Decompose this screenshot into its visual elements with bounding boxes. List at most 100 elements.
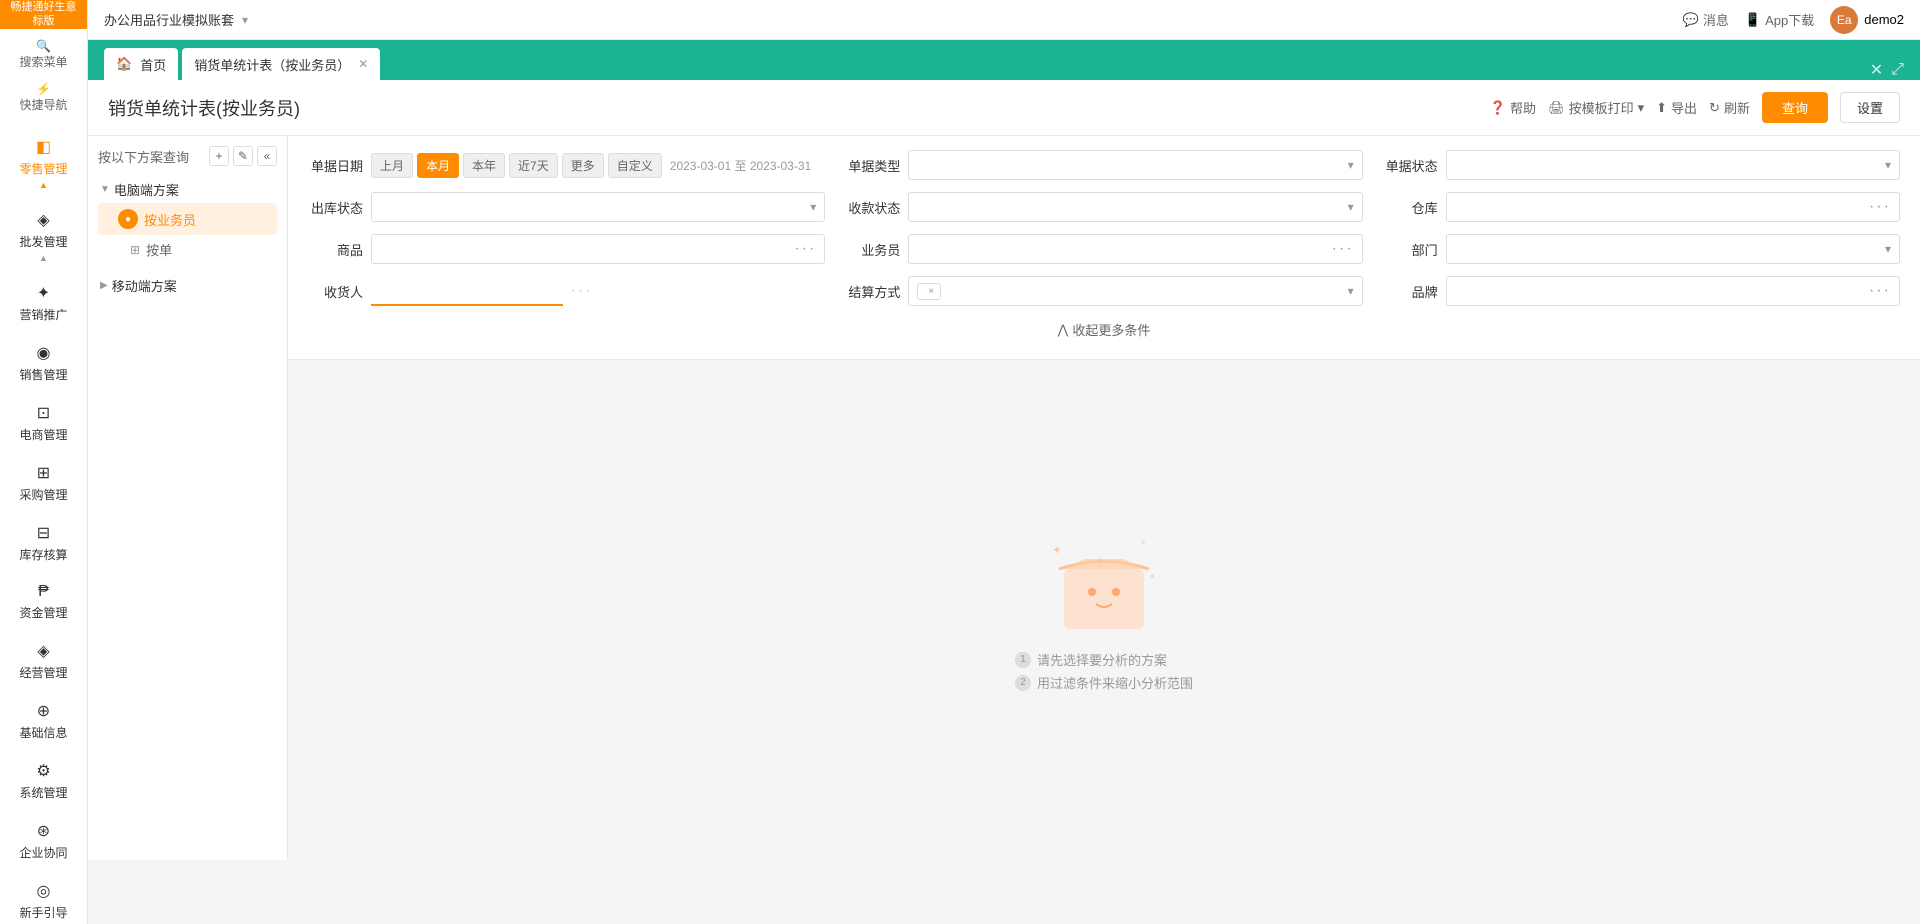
receiver-input[interactable]	[371, 276, 563, 306]
receiver-label: 收货人	[308, 282, 363, 301]
right-panel: 单据日期 上月 本月 本年 近7天 更多 自定义 2023-03-01 至 20…	[288, 136, 1920, 860]
message-btn[interactable]: 💬 消息	[1683, 10, 1729, 29]
sidebar-item-basic[interactable]: ⊕ 基础信息	[0, 691, 87, 751]
ecommerce-icon: ⊡	[37, 403, 50, 423]
payment-status-arrow-icon: ▾	[1348, 200, 1354, 214]
collapse-row: ⋀ 收起更多条件	[308, 314, 1900, 345]
sales-icon: ◉	[37, 343, 51, 363]
brand-label: 品牌	[1383, 282, 1438, 301]
doc-status-select[interactable]: ▾	[1446, 150, 1900, 180]
print-icon: 🖨	[1548, 100, 1565, 116]
collapse-conditions-btn[interactable]: ⋀ 收起更多条件	[1042, 314, 1167, 345]
doc-type-filter-cell: 单据类型 ▾	[845, 150, 1362, 180]
sidebar-item-sales[interactable]: ◉ 销售管理	[0, 333, 87, 393]
app-download-btn[interactable]: 📱 App下载	[1745, 10, 1814, 29]
brand-select[interactable]: ···	[1446, 276, 1900, 306]
help-btn[interactable]: ❓ 帮助	[1490, 98, 1536, 117]
date-btn-more[interactable]: 更多	[562, 153, 604, 178]
header-right: 💬 消息 📱 App下载 Ea demo2	[1683, 6, 1904, 34]
sidebar-item-retail[interactable]: ◧ 零售管理 ▲	[0, 127, 87, 200]
empty-hint-text: 1 请先选择要分析的方案 2 用过滤条件来缩小分析范围	[1015, 650, 1193, 696]
payment-status-label: 收款状态	[845, 198, 900, 217]
staff-select[interactable]: ···	[908, 234, 1362, 264]
export-btn[interactable]: ⬆ 导出	[1656, 98, 1697, 117]
sidebar-item-wholesale[interactable]: ◈ 批发管理 ▲	[0, 200, 87, 273]
out-status-filter-cell: 出库状态 ▾	[308, 192, 825, 222]
top-header: 办公用品行业模拟账套 ▾ 💬 消息 📱 App下载 Ea demo2	[88, 0, 1920, 40]
page-title: 销货单统计表(按业务员)	[108, 95, 300, 121]
tab-home[interactable]: 🏠 首页	[104, 48, 178, 80]
operation-icon: ◈	[37, 641, 49, 661]
scheme-collapse-btn[interactable]: «	[257, 146, 277, 166]
scheme-add-btn[interactable]: +	[209, 146, 229, 166]
warehouse-select[interactable]: ···	[1446, 192, 1900, 222]
scheme-actions: + ✎ «	[209, 146, 277, 166]
setting-button[interactable]: 设置	[1840, 92, 1900, 123]
goods-filter-cell: 商品 ···	[308, 234, 825, 264]
settle-method-tag-close[interactable]: ×	[928, 286, 934, 297]
settle-method-select[interactable]: × ▾	[908, 276, 1362, 306]
left-panel: 按以下方案查询 + ✎ « ▼ 电脑端方案	[88, 136, 288, 860]
hint-num-1: 1	[1015, 652, 1031, 668]
inventory-icon: ⊟	[37, 523, 50, 543]
mobile-arrow-icon: ▶	[100, 280, 108, 291]
template-print-btn[interactable]: 🖨 按模板打印 ▾	[1548, 98, 1644, 117]
main-area: 办公用品行业模拟账套 ▾ 💬 消息 📱 App下载 Ea demo2 🏠 首页	[88, 0, 1920, 924]
scheme-edit-btn[interactable]: ✎	[233, 146, 253, 166]
sidebar-item-inventory[interactable]: ⊟ 库存核算	[0, 513, 87, 573]
user-menu[interactable]: Ea demo2	[1830, 6, 1904, 34]
doc-type-select[interactable]: ▾	[908, 150, 1362, 180]
goods-label: 商品	[308, 240, 363, 259]
sidebar-item-marketing[interactable]: ✦ 营销推广	[0, 273, 87, 333]
sidebar-item-finance[interactable]: ₱ 资金管理	[0, 573, 87, 631]
sidebar-item-enterprise[interactable]: ⊛ 企业协同	[0, 811, 87, 871]
tab-window-controls: ✕ ⤢	[1870, 60, 1904, 80]
doc-status-filter-cell: 单据状态 ▾	[1383, 150, 1900, 180]
retail-icon: ◧	[36, 137, 51, 157]
date-filter-cell: 单据日期 上月 本月 本年 近7天 更多 自定义 2023-03-01 至 20…	[308, 153, 825, 178]
page-actions: ❓ 帮助 🖨 按模板打印 ▾ ⬆ 导出 ↻ 刷新 查询 设置	[1490, 92, 1900, 123]
sidebar-item-system[interactable]: ⚙ 系统管理	[0, 751, 87, 811]
sidebar-item-operation[interactable]: ◈ 经营管理	[0, 631, 87, 691]
sidebar-item-newbie[interactable]: ◎ 新手引导	[0, 871, 87, 924]
date-btn-7days[interactable]: 近7天	[509, 153, 558, 178]
brand-dots-icon: ···	[1869, 282, 1891, 300]
settle-method-filter-cell: 结算方式 × ▾	[845, 276, 1362, 306]
sidebar-item-ecommerce[interactable]: ⊡ 电商管理	[0, 393, 87, 453]
out-status-select[interactable]: ▾	[371, 192, 825, 222]
refresh-icon: ↻	[1709, 100, 1720, 116]
scheme-item-by-staff[interactable]: ● 按业务员	[98, 203, 277, 235]
department-select[interactable]: ▾	[1446, 234, 1900, 264]
finance-icon: ₱	[38, 583, 49, 601]
department-label: 部门	[1383, 240, 1438, 259]
maximize-window-btn[interactable]: ⤢	[1891, 61, 1904, 79]
sidebar-search[interactable]: 🔍 搜索菜单	[0, 29, 87, 76]
suite-title: 办公用品行业模拟账套	[104, 10, 234, 29]
scheme-group-desktop-header[interactable]: ▼ 电脑端方案	[98, 176, 277, 203]
date-btn-this-year[interactable]: 本年	[463, 153, 505, 178]
refresh-btn[interactable]: ↻ 刷新	[1709, 98, 1750, 117]
payment-status-select[interactable]: ▾	[908, 192, 1362, 222]
group-arrow-icon: ▼	[100, 184, 110, 195]
query-button[interactable]: 查询	[1762, 92, 1828, 123]
help-icon: ❓	[1490, 100, 1506, 116]
wholesale-icon: ◈	[37, 210, 49, 230]
settle-method-arrow-icon: ▾	[1348, 284, 1354, 298]
date-btn-custom[interactable]: 自定义	[608, 153, 662, 178]
close-window-btn[interactable]: ✕	[1870, 60, 1883, 80]
date-btn-last-month[interactable]: 上月	[371, 153, 413, 178]
tab-close-btn[interactable]: ✕	[358, 57, 368, 71]
suite-dropdown[interactable]: ▾	[242, 13, 248, 27]
scheme-group-mobile-header[interactable]: ▶ 移动端方案	[98, 272, 277, 299]
goods-select[interactable]: ···	[371, 234, 825, 264]
sidebar-quick-nav[interactable]: ⚡ 快捷导航	[0, 76, 87, 119]
date-btn-this-month[interactable]: 本月	[417, 153, 459, 178]
tab-sales-stat[interactable]: 销货单统计表（按业务员） ✕	[182, 48, 380, 80]
receiver-dots-icon: ···	[571, 282, 593, 299]
goods-dots-icon: ···	[794, 240, 816, 258]
doc-type-arrow-icon: ▾	[1348, 158, 1354, 172]
content-area: 按以下方案查询 + ✎ « ▼ 电脑端方案	[88, 136, 1920, 860]
scheme-item-by-order[interactable]: ⊞ 按单	[98, 235, 277, 264]
sidebar-item-purchase[interactable]: ⊞ 采购管理	[0, 453, 87, 513]
out-status-arrow-icon: ▾	[810, 200, 816, 214]
